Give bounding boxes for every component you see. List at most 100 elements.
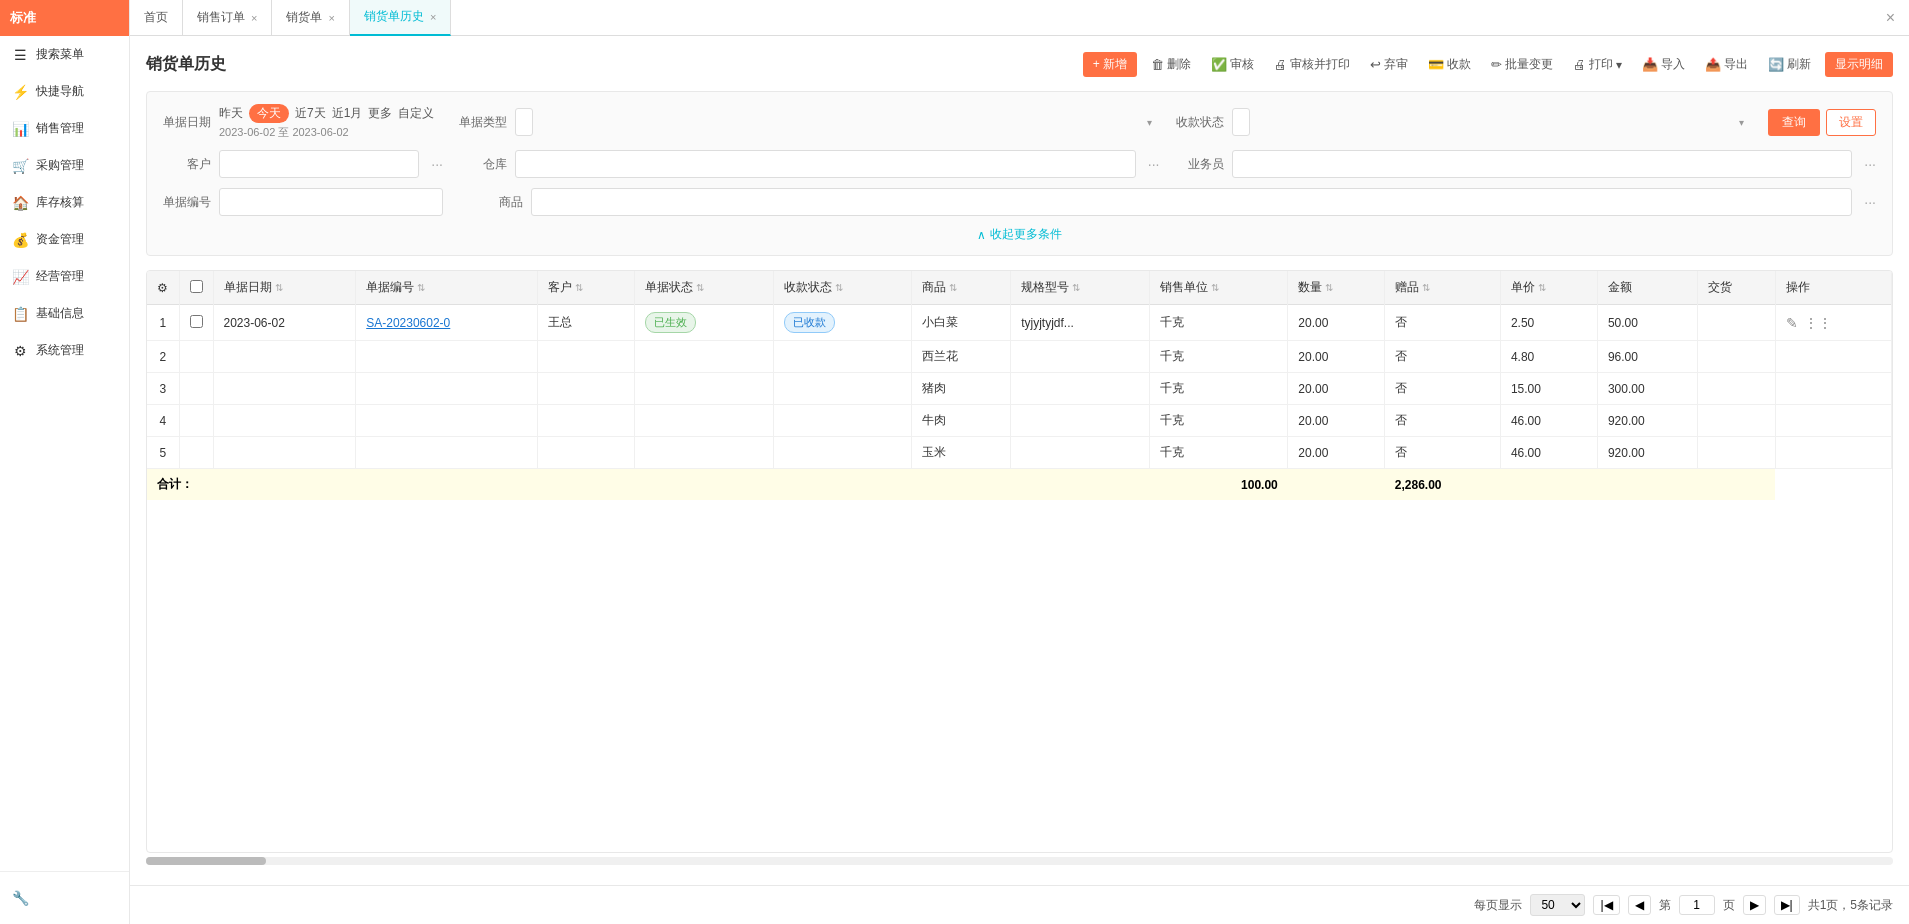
date-1month[interactable]: 近1月	[332, 105, 363, 122]
gift-col-header[interactable]: 赠品⇅	[1385, 271, 1501, 305]
more-icon[interactable]: ⋮⋮	[1804, 315, 1832, 331]
docstatus-col-header[interactable]: 单据状态⇅	[635, 271, 774, 305]
collapse-text: 收起更多条件	[990, 226, 1062, 243]
prev-page-btn[interactable]: ◀	[1628, 895, 1651, 915]
goods-input[interactable]	[531, 188, 1852, 216]
sales-icon: 📊	[12, 121, 28, 137]
doctype-select[interactable]	[515, 108, 533, 136]
sidebar-bottom-item1[interactable]: 🔧	[0, 880, 129, 916]
docno-col-header[interactable]: 单据编号⇅	[356, 271, 538, 305]
price-col-header[interactable]: 单价⇅	[1500, 271, 1597, 305]
gear-col-header[interactable]: ⚙	[147, 271, 179, 305]
export-button[interactable]: 📤 导出	[1699, 53, 1754, 76]
collapse-row[interactable]: ∧ 收起更多条件	[163, 226, 1876, 243]
summary-label: 合计：	[147, 469, 213, 501]
page-size-select[interactable]: 50 100	[1530, 894, 1585, 916]
unit-col-header[interactable]: 销售单位⇅	[1149, 271, 1288, 305]
sidebar-item-purchase-mgmt[interactable]: 🛒 采购管理	[0, 147, 129, 184]
sidebar: 标准 ☰ 搜索菜单 ⚡ 快捷导航 📊 销售管理 🛒 采购管理 🏠 库存核算 💰 …	[0, 0, 130, 924]
warehouse-dots-btn[interactable]: ···	[1148, 156, 1160, 172]
refresh-button[interactable]: 🔄 刷新	[1762, 53, 1817, 76]
sidebar-item-basic-info[interactable]: 📋 基础信息	[0, 295, 129, 332]
qty-col-header[interactable]: 数量⇅	[1288, 271, 1385, 305]
batch-change-button[interactable]: ✏ 批量变更	[1485, 53, 1559, 76]
tab-close-all-btn[interactable]: ×	[1872, 9, 1909, 27]
customer-input[interactable]	[219, 150, 419, 178]
abandon-button[interactable]: ↩ 弃审	[1364, 53, 1414, 76]
print-button[interactable]: 🖨 打印 ▾	[1567, 53, 1628, 76]
row-check[interactable]	[179, 341, 213, 373]
row-check[interactable]	[179, 437, 213, 469]
tab-sales-goods[interactable]: 销货单 ×	[272, 0, 349, 36]
date-7days[interactable]: 近7天	[295, 105, 326, 122]
edit-icon[interactable]: ✎	[1786, 315, 1798, 331]
customer-col-header[interactable]: 客户⇅	[538, 271, 635, 305]
salesperson-dots-btn[interactable]: ···	[1864, 156, 1876, 172]
purchase-icon: 🛒	[12, 158, 28, 174]
last-page-btn[interactable]: ▶|	[1774, 895, 1800, 915]
collect-status-select[interactable]	[1232, 108, 1250, 136]
horizontal-scrollbar[interactable]	[146, 857, 1893, 865]
warehouse-input[interactable]	[515, 150, 1136, 178]
row-qty: 20.00	[1288, 405, 1385, 437]
docno-link[interactable]: SA-20230602-0	[366, 316, 450, 330]
row-amount: 920.00	[1597, 437, 1697, 469]
customer-label: 客户	[163, 156, 211, 173]
tab-sales-order[interactable]: 销售订单 ×	[183, 0, 272, 36]
row-docno[interactable]	[356, 437, 538, 469]
row-docno[interactable]	[356, 341, 538, 373]
approve-button[interactable]: ✅ 审核	[1205, 53, 1260, 76]
first-page-btn[interactable]: |◀	[1593, 895, 1619, 915]
sidebar-item-inventory-calc[interactable]: 🏠 库存核算	[0, 184, 129, 221]
approve-print-button[interactable]: 🖨 审核并打印	[1268, 53, 1356, 76]
query-button[interactable]: 查询	[1768, 109, 1820, 136]
filter-goods-item: 商品 ···	[475, 188, 1876, 216]
main-area: 首页 销售订单 × 销货单 × 销货单历史 × × 销货单历史 + 新增 🗑	[130, 0, 1909, 924]
close-sales-history-icon[interactable]: ×	[430, 11, 436, 23]
row-action	[1775, 437, 1891, 469]
date-shortcuts: 昨天 今天 近7天 近1月 更多 自定义	[219, 104, 434, 123]
add-button[interactable]: + 新增	[1083, 52, 1137, 77]
goods-col-header[interactable]: 商品⇅	[912, 271, 1011, 305]
date-yesterday[interactable]: 昨天	[219, 105, 243, 122]
row-trade	[1697, 341, 1775, 373]
row-check[interactable]	[179, 305, 213, 341]
date-today[interactable]: 今天	[249, 104, 289, 123]
scroll-thumb[interactable]	[146, 857, 266, 865]
tab-sales-history[interactable]: 销货单历史 ×	[350, 0, 451, 36]
sidebar-item-operations-mgmt[interactable]: 📈 经营管理	[0, 258, 129, 295]
sidebar-item-system-mgmt[interactable]: ⚙ 系统管理	[0, 332, 129, 369]
goods-dots-btn[interactable]: ···	[1864, 194, 1876, 210]
row-check[interactable]	[179, 405, 213, 437]
display-detail-button[interactable]: 显示明细	[1825, 52, 1893, 77]
row-check[interactable]	[179, 373, 213, 405]
check-col-header[interactable]	[179, 271, 213, 305]
sidebar-item-quick-nav[interactable]: ⚡ 快捷导航	[0, 73, 129, 110]
delete-button[interactable]: 🗑 删除	[1145, 53, 1197, 76]
tab-home[interactable]: 首页	[130, 0, 183, 36]
import-button[interactable]: 📥 导入	[1636, 53, 1691, 76]
close-sales-order-icon[interactable]: ×	[251, 12, 257, 24]
row-docno[interactable]	[356, 405, 538, 437]
next-page-btn[interactable]: ▶	[1743, 895, 1766, 915]
sidebar-item-finance-mgmt[interactable]: 💰 资金管理	[0, 221, 129, 258]
date-more[interactable]: 更多	[368, 105, 392, 122]
collect-button[interactable]: 💳 收款	[1422, 53, 1477, 76]
row-spec	[1011, 373, 1150, 405]
sidebar-item-sales-mgmt[interactable]: 📊 销售管理	[0, 110, 129, 147]
settings-button[interactable]: 设置	[1826, 109, 1876, 136]
customer-dots-btn[interactable]: ···	[431, 156, 443, 172]
row-docno[interactable]: SA-20230602-0	[356, 305, 538, 341]
collectstatus-col-header[interactable]: 收款状态⇅	[773, 271, 912, 305]
select-all-checkbox[interactable]	[190, 280, 203, 293]
docno-input[interactable]	[219, 188, 443, 216]
row-checkbox[interactable]	[190, 315, 203, 328]
date-col-header[interactable]: 单据日期⇅	[213, 271, 356, 305]
page-number-input[interactable]	[1679, 895, 1715, 915]
row-docno[interactable]	[356, 373, 538, 405]
close-sales-goods-icon[interactable]: ×	[328, 12, 334, 24]
sidebar-item-search-menu[interactable]: ☰ 搜索菜单	[0, 36, 129, 73]
salesperson-input[interactable]	[1232, 150, 1853, 178]
spec-col-header[interactable]: 规格型号⇅	[1011, 271, 1150, 305]
date-custom[interactable]: 自定义	[398, 105, 434, 122]
